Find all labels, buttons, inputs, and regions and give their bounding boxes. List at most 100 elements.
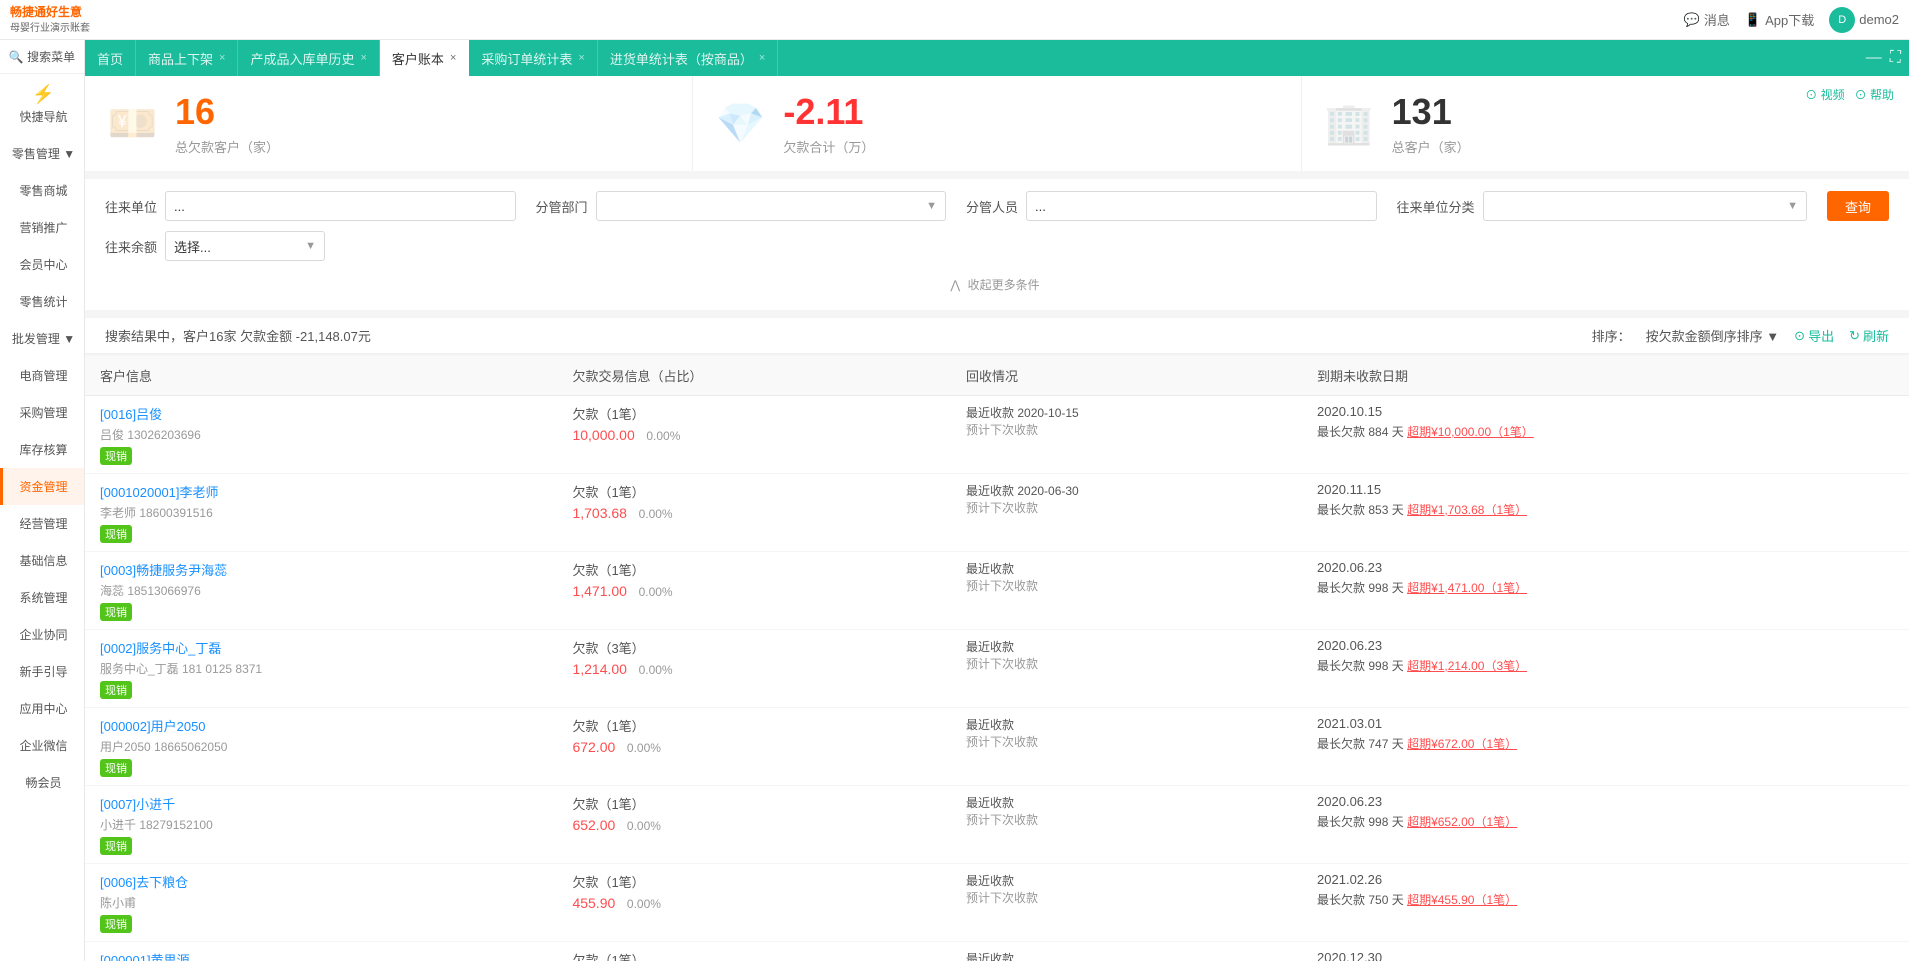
sidebar-item-purchase[interactable]: 采购管理 xyxy=(0,394,84,431)
sidebar-item-marketing[interactable]: 营销推广 xyxy=(0,209,84,246)
tab-stock-stats[interactable]: 进货单统计表（按商品） × xyxy=(598,40,778,76)
tab-product-history[interactable]: 产成品入库单历史 × xyxy=(238,40,379,76)
message-btn[interactable]: 💬 消息 xyxy=(1684,10,1730,29)
table-row: [0006]去下粮仓 陈小甫 现销 欠款（1笔） 455.90 0.00% 最近… xyxy=(85,864,1909,942)
sidebar-item-app-center[interactable]: 应用中心 xyxy=(0,690,84,727)
total-customers-num: 131 xyxy=(1392,91,1470,133)
customer-name-6[interactable]: [0006]去下粮仓 xyxy=(100,872,542,891)
sidebar-item-member-club[interactable]: 畅会员 xyxy=(0,764,84,801)
sidebar-item-basic-info[interactable]: 基础信息 xyxy=(0,542,84,579)
sidebar-item-collab[interactable]: 企业协同 xyxy=(0,616,84,653)
search-menu-btn[interactable]: 🔍 搜索菜单 xyxy=(0,40,84,74)
overdue-link-0[interactable]: 超期¥10,000.00（1笔） xyxy=(1407,425,1534,439)
customer-name-4[interactable]: [000002]用户2050 xyxy=(100,716,542,735)
user-btn[interactable]: D demo2 xyxy=(1829,7,1899,33)
overdue-days-4: 最长欠款 747 天 超期¥672.00（1笔） xyxy=(1317,735,1894,752)
sidebar-item-retail-mgmt[interactable]: 零售管理 ▼ xyxy=(0,135,84,172)
customer-cell-1: [0001020001]李老师 李老师 18600391516 现销 xyxy=(85,474,557,552)
overdue-link-5[interactable]: 超期¥652.00（1笔） xyxy=(1407,815,1517,829)
query-button[interactable]: 查询 xyxy=(1827,191,1889,221)
close-tab-customer-ledger[interactable]: × xyxy=(450,52,456,64)
video-link[interactable]: ⊙ 视频 xyxy=(1805,86,1844,103)
customer-cell-0: [0016]吕俊 吕俊 13026203696 现销 xyxy=(85,396,557,474)
export-btn[interactable]: ⊙ 导出 xyxy=(1794,326,1834,345)
due-cell-3: 2020.06.23 最长欠款 998 天 超期¥1,214.00（3笔） xyxy=(1302,630,1909,708)
sidebar-item-ecommerce[interactable]: 电商管理 xyxy=(0,357,84,394)
debt-amount-1[interactable]: 1,703.68 xyxy=(572,505,627,521)
sort-select[interactable]: 按欠款金额倒序排序 ▼ xyxy=(1646,326,1780,345)
filter-balance-select[interactable]: 选择... ▼ xyxy=(165,231,325,261)
filter-partner-input[interactable]: ... xyxy=(165,191,515,221)
repay-info-6: 最近收款 xyxy=(966,872,1287,889)
debt-cell-4: 欠款（1笔） 672.00 0.00% xyxy=(557,708,951,786)
avatar: D xyxy=(1829,7,1855,33)
tab-home[interactable]: 首页 xyxy=(85,40,136,76)
filter-category-select[interactable]: ▼ xyxy=(1483,191,1807,221)
close-tab-stock-stats[interactable]: × xyxy=(759,52,765,64)
debt-count-1: 欠款（1笔） xyxy=(572,482,936,501)
overdue-link-4[interactable]: 超期¥672.00（1笔） xyxy=(1407,737,1517,751)
customer-name-1[interactable]: [0001020001]李老师 xyxy=(100,482,542,501)
sidebar-item-quick-nav[interactable]: ⚡ 快捷导航 xyxy=(0,74,84,135)
close-tab-product-history[interactable]: × xyxy=(360,52,366,64)
tab-customer-ledger[interactable]: 客户账本 × xyxy=(380,40,469,76)
sidebar-item-wechat[interactable]: 企业微信 xyxy=(0,727,84,764)
customer-name-3[interactable]: [0002]服务中心_丁磊 xyxy=(100,638,542,657)
overdue-link-6[interactable]: 超期¥455.90（1笔） xyxy=(1407,893,1517,907)
filter-category: 往来单位分类 ▼ xyxy=(1397,191,1808,221)
debt-amount-3[interactable]: 1,214.00 xyxy=(572,661,627,677)
sidebar-item-system[interactable]: 系统管理 xyxy=(0,579,84,616)
filter-area: 往来单位 ... 分管部门 ▼ xyxy=(85,179,1909,310)
maximize-icon[interactable]: ⛶ xyxy=(1890,49,1901,67)
chevron-down-icon: ▼ xyxy=(926,200,937,212)
repay-cell-1: 最近收款 2020-06-30 预计下次收款 xyxy=(951,474,1302,552)
customer-name-0[interactable]: [0016]吕俊 xyxy=(100,404,542,423)
filter-row-1: 往来单位 ... 分管部门 ▼ xyxy=(105,191,1889,221)
sidebar-item-retail-mall[interactable]: 零售商城 xyxy=(0,172,84,209)
sidebar-item-member[interactable]: 会员中心 xyxy=(0,246,84,283)
debt-cell-7: 欠款（1笔） 429.00 0.00% xyxy=(557,942,951,961)
debt-amount-6[interactable]: 455.90 xyxy=(572,895,615,911)
customer-name-7[interactable]: [000001]黄思源 xyxy=(100,950,542,961)
customer-contact-0: 吕俊 13026203696 xyxy=(100,426,542,443)
refresh-btn[interactable]: ↻ 刷新 xyxy=(1849,326,1889,345)
overdue-link-1[interactable]: 超期¥1,703.68（1笔） xyxy=(1407,503,1527,517)
sidebar-item-operations[interactable]: 经营管理 xyxy=(0,505,84,542)
sidebar-item-finance[interactable]: 资金管理 xyxy=(0,468,84,505)
app-download-btn[interactable]: 📱 App下载 xyxy=(1745,10,1814,29)
customer-contact-6: 陈小甫 xyxy=(100,894,542,911)
sidebar-item-wholesale[interactable]: 批发管理 ▼ xyxy=(0,320,84,357)
filter-person-input[interactable]: ... xyxy=(1026,191,1376,221)
filter-partner-label: 往来单位 xyxy=(105,197,157,216)
data-table: 客户信息 欠款交易信息（占比） 回收情况 到期未收款日期 [0016]吕俊 吕俊… xyxy=(85,356,1909,961)
help-link[interactable]: ⊙ 帮助 xyxy=(1855,86,1894,103)
sidebar-item-retail-stats[interactable]: 零售统计 xyxy=(0,283,84,320)
filter-person-label: 分管人员 xyxy=(966,197,1018,216)
debt-percent-0: 0.00% xyxy=(646,429,680,443)
close-tab-product-listing[interactable]: × xyxy=(219,52,225,64)
debt-amount-4[interactable]: 672.00 xyxy=(572,739,615,755)
filter-partner: 往来单位 ... xyxy=(105,191,516,221)
customer-name-5[interactable]: [0007]小进千 xyxy=(100,794,542,813)
results-bar: 搜索结果中，客户16家 欠款金额 -21,148.07元 排序： 按欠款金额倒序… xyxy=(85,318,1909,354)
tab-purchase-stats[interactable]: 采购订单统计表 × xyxy=(469,40,597,76)
close-tab-purchase-stats[interactable]: × xyxy=(578,52,584,64)
collapse-more-btn[interactable]: ⋀ 收起更多条件 xyxy=(105,271,1889,298)
overdue-days-5: 最长欠款 998 天 超期¥652.00（1笔） xyxy=(1317,813,1894,830)
repay-cell-4: 最近收款 预计下次收款 xyxy=(951,708,1302,786)
debt-amount-0[interactable]: 10,000.00 xyxy=(572,427,634,443)
filter-dept-select[interactable]: ▼ xyxy=(596,191,946,221)
minimize-icon[interactable]: — xyxy=(1866,49,1882,67)
table-row: [0001020001]李老师 李老师 18600391516 现销 欠款（1笔… xyxy=(85,474,1909,552)
tab-product-listing[interactable]: 商品上下架 × xyxy=(136,40,238,76)
debt-amount-2[interactable]: 1,471.00 xyxy=(572,583,627,599)
sidebar-item-guide[interactable]: 新手引导 xyxy=(0,653,84,690)
repay-next-3: 预计下次收款 xyxy=(966,655,1287,672)
debt-amount-5[interactable]: 652.00 xyxy=(572,817,615,833)
sidebar-item-inventory[interactable]: 库存核算 xyxy=(0,431,84,468)
customer-name-2[interactable]: [0003]畅捷服务尹海蕊 xyxy=(100,560,542,579)
debt-cell-0: 欠款（1笔） 10,000.00 0.00% xyxy=(557,396,951,474)
customer-contact-3: 服务中心_丁磊 181 0125 8371 xyxy=(100,660,542,677)
overdue-link-3[interactable]: 超期¥1,214.00（3笔） xyxy=(1407,659,1527,673)
overdue-link-2[interactable]: 超期¥1,471.00（1笔） xyxy=(1407,581,1527,595)
